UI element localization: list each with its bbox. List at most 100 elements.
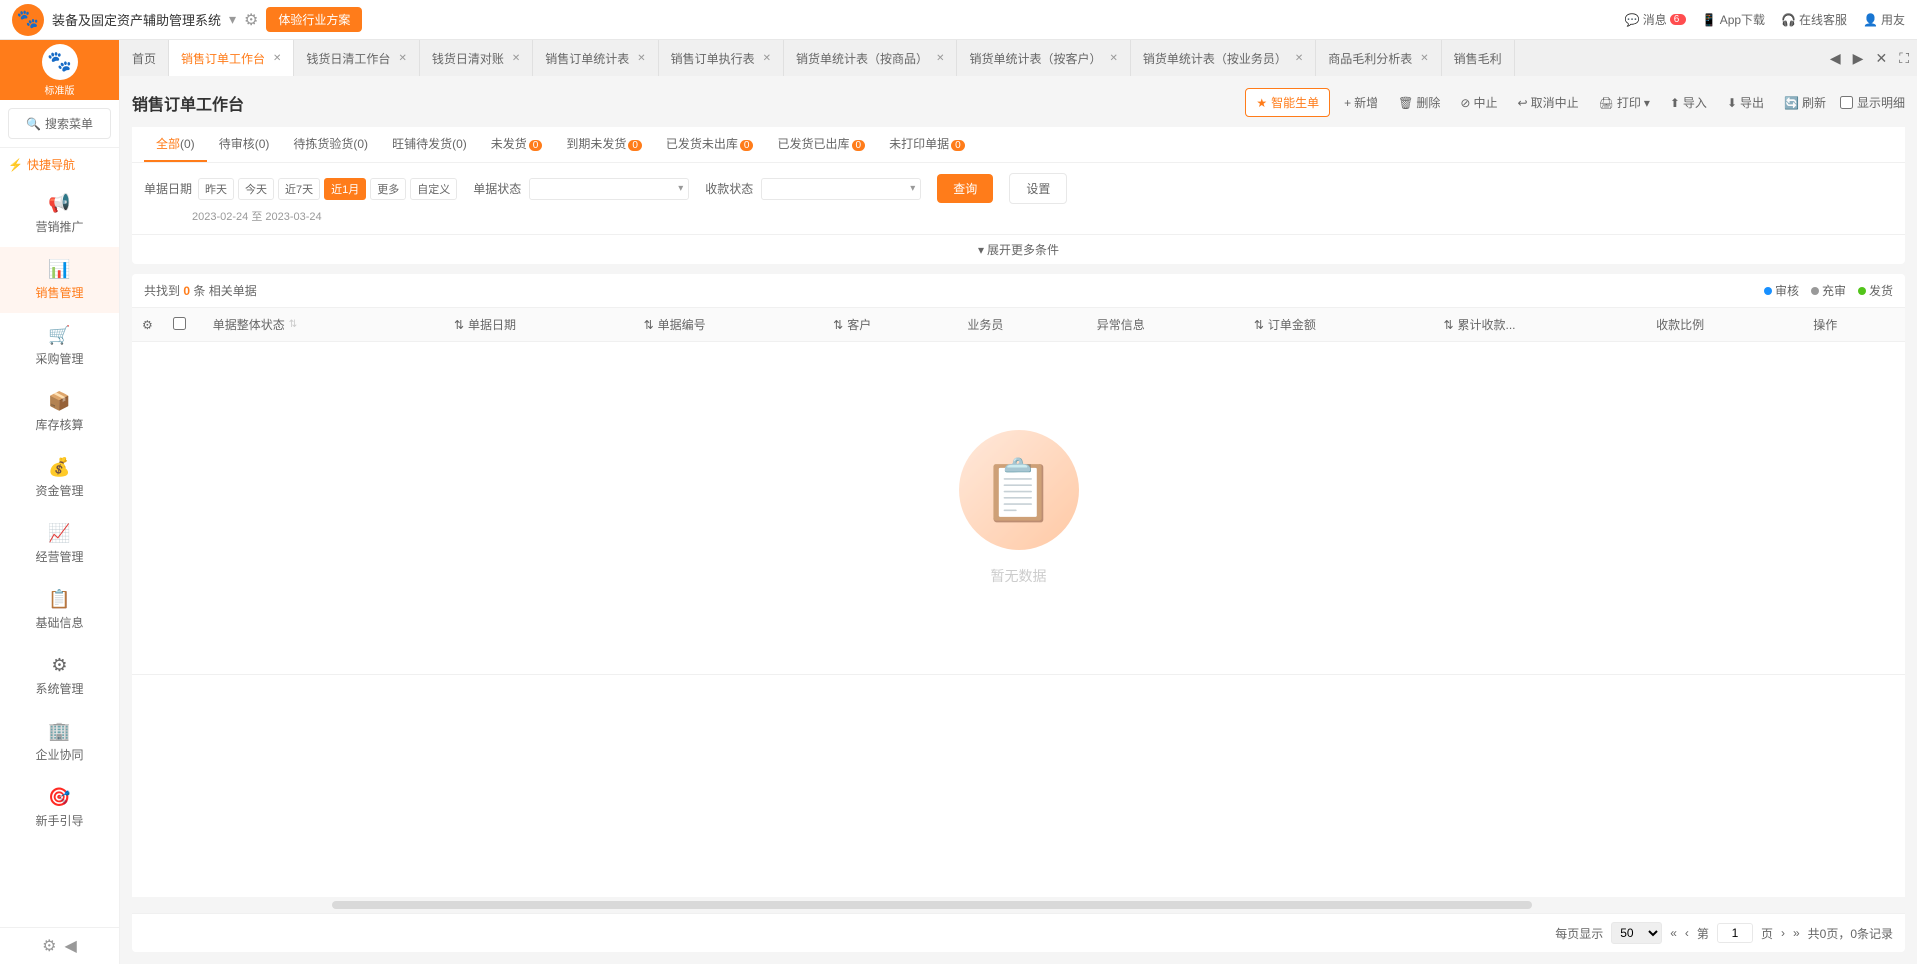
date-btn-more[interactable]: 更多	[370, 178, 406, 200]
tab-close-gross-margin[interactable]: ✕	[1420, 53, 1428, 64]
app-download-btn[interactable]: 📱 App下载	[1702, 11, 1765, 28]
user-btn[interactable]: 👤 用友	[1863, 11, 1905, 28]
empty-state: 📋 暂无数据	[142, 350, 1895, 666]
export-btn[interactable]: ⬇ 导出	[1721, 89, 1770, 116]
review-action[interactable]: 审核	[1764, 282, 1799, 299]
dropdown-btn[interactable]: ▾	[229, 11, 236, 28]
sub-tab-pending-inspect[interactable]: 待拣货验货(0)	[281, 127, 380, 162]
sidebar-item-newbie[interactable]: 🎯 新手引导	[0, 775, 119, 841]
first-page-btn[interactable]: «	[1670, 926, 1677, 940]
tab-home[interactable]: 首页	[120, 40, 169, 76]
sidebar-item-sales-promo[interactable]: 📢 营销推广	[0, 181, 119, 247]
tab-sales-profit[interactable]: 销售毛利	[1442, 40, 1515, 76]
tab-sales-stat-staff[interactable]: 销货单统计表（按业务员） ✕	[1131, 40, 1316, 76]
filter-inner: 单据日期 昨天 今天 近7天 近1月 更多 自定义 单据状态	[144, 173, 1893, 204]
column-settings-icon[interactable]: ⚙	[142, 318, 153, 332]
sidebar-settings-btn[interactable]: ⚙	[42, 936, 56, 956]
tab-sales-stat-product[interactable]: 销货单统计表（按商品） ✕	[784, 40, 957, 76]
tab-close-all-btn[interactable]: ✕	[1871, 48, 1891, 69]
th-date-sort[interactable]: ⇅ 单据日期	[454, 316, 624, 333]
sub-tab-not-shipped[interactable]: 未发货0	[479, 127, 555, 162]
quick-nav: ⚡ 快捷导航	[0, 148, 119, 181]
sidebar-search-area: 🔍 搜索菜单	[0, 100, 119, 148]
sidebar-item-basic-info[interactable]: 📋 基础信息	[0, 577, 119, 643]
tab-close-cash-daily[interactable]: ✕	[398, 53, 406, 64]
sidebar-item-enterprise[interactable]: 🏢 企业协同	[0, 709, 119, 775]
query-btn[interactable]: 查询	[937, 174, 993, 203]
show-detail-checkbox[interactable]	[1840, 96, 1853, 109]
tab-gross-margin[interactable]: 商品毛利分析表 ✕	[1316, 40, 1441, 76]
status-select[interactable]	[529, 178, 689, 200]
last-page-btn[interactable]: »	[1793, 926, 1800, 940]
table-head: ⚙ 单据整体状态 ⇅	[132, 308, 1905, 342]
tab-prev-btn[interactable]: ◀	[1826, 48, 1845, 69]
settings-btn[interactable]: ⚙	[244, 10, 258, 30]
sidebar-collapse-btn[interactable]: ◀	[65, 936, 77, 956]
th-customer: ⇅ 客户	[823, 308, 957, 342]
tab-close-sales-stat[interactable]: ✕	[637, 53, 645, 64]
tab-maximize-btn[interactable]: ⛶	[1895, 48, 1913, 69]
sub-tab-shipped-not-out[interactable]: 已发货未出库0	[654, 127, 766, 162]
page-number-input[interactable]	[1717, 923, 1753, 943]
unreviewed-action[interactable]: 充审	[1811, 282, 1846, 299]
select-all-checkbox[interactable]	[173, 317, 186, 330]
ship-action[interactable]: 发货	[1858, 282, 1893, 299]
import-btn[interactable]: ⬆ 导入	[1664, 89, 1713, 116]
prev-page-btn[interactable]: ‹	[1685, 926, 1689, 940]
horizontal-scrollbar-area[interactable]	[132, 897, 1905, 913]
sub-tab-overdue[interactable]: 到期未发货0	[554, 127, 654, 162]
next-page-btn[interactable]: ›	[1781, 926, 1785, 940]
tab-close-sales-exec[interactable]: ✕	[763, 53, 771, 64]
sidebar-item-sales-mgmt[interactable]: 📊 销售管理	[0, 247, 119, 313]
refresh-btn[interactable]: 🔄 刷新	[1778, 89, 1832, 116]
tab-cash-daily[interactable]: 钱货日清工作台 ✕	[294, 40, 419, 76]
filter-settings-btn[interactable]: 设置	[1009, 173, 1067, 204]
sub-tab-all[interactable]: 全部(0)	[144, 127, 207, 162]
tab-close-sales-stat-customer[interactable]: ✕	[1109, 53, 1117, 64]
sidebar-item-sys-mgmt[interactable]: ⚙ 系统管理	[0, 643, 119, 709]
sidebar-item-ops-mgmt[interactable]: 📈 经营管理	[0, 511, 119, 577]
tab-sales-stat-customer[interactable]: 销货单统计表（按客户） ✕	[957, 40, 1130, 76]
tab-sales-workbench[interactable]: 销售订单工作台 ✕	[169, 40, 294, 76]
new-btn[interactable]: + 新增	[1338, 89, 1384, 116]
date-btn-7days[interactable]: 近7天	[278, 178, 320, 200]
tab-sales-stat[interactable]: 销售订单统计表 ✕	[533, 40, 658, 76]
cancel-stop-btn[interactable]: ↩ 取消中止	[1512, 89, 1585, 116]
tab-cash-reconcile[interactable]: 钱货日清对账 ✕	[420, 40, 533, 76]
tab-close-cash-reconcile[interactable]: ✕	[512, 53, 520, 64]
tab-sales-exec[interactable]: 销售订单执行表 ✕	[659, 40, 784, 76]
th-status-sort[interactable]: 单据整体状态 ⇅	[213, 316, 434, 333]
page-size-select[interactable]: 50 10 20 100	[1611, 922, 1662, 944]
sidebar-item-finance[interactable]: 💰 资金管理	[0, 445, 119, 511]
sub-tab-pending-review[interactable]: 待审核(0)	[207, 127, 282, 162]
tab-close-sales-workbench[interactable]: ✕	[273, 53, 281, 64]
sub-tab-shipped-out[interactable]: 已发货已出库0	[765, 127, 877, 162]
date-btn-1month[interactable]: 近1月	[324, 178, 366, 200]
search-menu-btn[interactable]: 🔍 搜索菜单	[8, 108, 111, 139]
date-btn-yesterday[interactable]: 昨天	[198, 178, 234, 200]
expand-conditions-btn[interactable]: ▾ 展开更多条件	[978, 241, 1059, 258]
payment-select[interactable]	[761, 178, 921, 200]
sidebar-item-inventory[interactable]: 📦 库存核算	[0, 379, 119, 445]
amount-sort-icon: ⇅	[1254, 318, 1264, 332]
tab-close-sales-stat-staff[interactable]: ✕	[1295, 53, 1303, 64]
tab-next-btn[interactable]: ▶	[1849, 48, 1868, 69]
th-number-sort[interactable]: ⇅ 单据编号	[644, 316, 814, 333]
online-service-btn[interactable]: 🎧 在线客服	[1781, 11, 1847, 28]
th-received-sort[interactable]: ⇅ 累计收款...	[1443, 316, 1636, 333]
date-btn-today[interactable]: 今天	[238, 178, 274, 200]
status-sort-icon: ⇅	[289, 319, 297, 330]
print-btn[interactable]: 🖨 打印 ▾	[1593, 89, 1656, 116]
experience-btn[interactable]: 体验行业方案	[266, 7, 362, 32]
th-order-amount-sort[interactable]: ⇅ 订单金额	[1254, 316, 1424, 333]
tab-close-sales-stat-product[interactable]: ✕	[936, 53, 944, 64]
sub-tab-wangpu[interactable]: 旺铺待发货(0)	[380, 127, 479, 162]
delete-btn[interactable]: 🗑 删除	[1392, 89, 1446, 116]
smart-gen-btn[interactable]: ★ 智能生单	[1245, 88, 1330, 117]
sidebar-item-purchase-mgmt[interactable]: 🛒 采购管理	[0, 313, 119, 379]
th-customer-sort[interactable]: ⇅ 客户	[833, 316, 947, 333]
stop-btn[interactable]: ⊘ 中止	[1454, 89, 1503, 116]
date-btn-custom[interactable]: 自定义	[410, 178, 457, 200]
sub-tab-not-printed[interactable]: 未打印单据0	[877, 127, 977, 162]
msg-btn[interactable]: 💬 消息 6	[1625, 11, 1686, 28]
